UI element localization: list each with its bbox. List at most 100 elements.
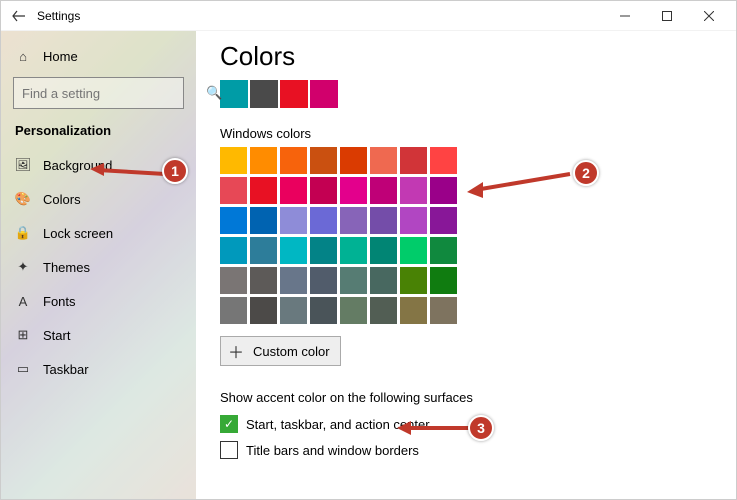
color-swatch[interactable] — [370, 237, 397, 264]
color-swatch[interactable] — [310, 147, 337, 174]
accent-swatch — [280, 80, 308, 108]
sidebar-item-label: Fonts — [43, 294, 76, 309]
home-button[interactable]: ⌂ Home — [1, 39, 196, 73]
sidebar-item-taskbar[interactable]: ▭ Taskbar — [1, 352, 196, 386]
color-swatch[interactable] — [370, 147, 397, 174]
color-swatch[interactable] — [310, 267, 337, 294]
color-swatch[interactable] — [250, 207, 277, 234]
sidebar-item-lock-screen[interactable]: 🔒 Lock screen — [1, 216, 196, 250]
color-swatch[interactable] — [220, 297, 247, 324]
window-title: Settings — [37, 9, 80, 23]
windows-colors-label: Windows colors — [220, 126, 712, 141]
checkbox-label: Title bars and window borders — [246, 443, 419, 458]
surfaces-heading: Show accent color on the following surfa… — [220, 390, 712, 405]
color-swatch[interactable] — [430, 207, 457, 234]
annotation-badge-2: 2 — [573, 160, 599, 186]
color-swatch[interactable] — [370, 297, 397, 324]
color-swatch[interactable] — [430, 147, 457, 174]
search-icon: 🔍 — [206, 85, 222, 101]
annotation-badge-3: 3 — [468, 415, 494, 441]
color-swatch[interactable] — [310, 237, 337, 264]
annotation-badge-1: 1 — [162, 158, 188, 184]
annotation-arrow-3 — [395, 418, 475, 438]
color-swatch[interactable] — [340, 177, 367, 204]
color-swatch[interactable] — [220, 147, 247, 174]
titlebar: Settings — [1, 1, 736, 31]
taskbar-icon: ▭ — [15, 361, 31, 377]
color-swatch[interactable] — [280, 297, 307, 324]
sidebar: ⌂ Home 🔍 Personalization 🖼 Background 🎨 … — [1, 31, 196, 499]
color-swatch[interactable] — [220, 177, 247, 204]
sidebar-item-label: Taskbar — [43, 362, 89, 377]
color-swatch[interactable] — [400, 207, 427, 234]
checkbox-title-bars[interactable]: Title bars and window borders — [220, 441, 712, 459]
sidebar-item-fonts[interactable]: A Fonts — [1, 284, 196, 318]
plus-icon: ＋ — [221, 336, 251, 366]
color-swatch[interactable] — [220, 207, 247, 234]
color-swatch[interactable] — [310, 177, 337, 204]
color-swatch[interactable] — [400, 267, 427, 294]
color-swatch[interactable] — [400, 147, 427, 174]
sidebar-item-label: Colors — [43, 192, 81, 207]
color-swatch[interactable] — [400, 297, 427, 324]
color-swatch[interactable] — [430, 177, 457, 204]
sidebar-item-themes[interactable]: ✦ Themes — [1, 250, 196, 284]
theme-icon: ✦ — [15, 259, 31, 275]
custom-color-button[interactable]: ＋ Custom color — [220, 336, 341, 366]
color-swatch[interactable] — [310, 207, 337, 234]
sidebar-item-label: Start — [43, 328, 70, 343]
start-icon: ⊞ — [15, 327, 31, 343]
sidebar-item-label: Lock screen — [43, 226, 113, 241]
checkbox-icon — [220, 441, 238, 459]
search-box[interactable]: 🔍 — [13, 77, 184, 109]
color-swatch[interactable] — [280, 147, 307, 174]
color-swatch[interactable] — [400, 177, 427, 204]
close-button[interactable] — [688, 1, 730, 31]
minimize-button[interactable] — [604, 1, 646, 31]
category-heading: Personalization — [1, 117, 196, 148]
color-swatch[interactable] — [280, 177, 307, 204]
color-swatch[interactable] — [280, 207, 307, 234]
color-swatch[interactable] — [250, 267, 277, 294]
color-swatch[interactable] — [250, 147, 277, 174]
sidebar-item-start[interactable]: ⊞ Start — [1, 318, 196, 352]
color-swatch[interactable] — [340, 237, 367, 264]
color-swatch[interactable] — [370, 207, 397, 234]
checkbox-icon: ✓ — [220, 415, 238, 433]
color-swatch[interactable] — [280, 267, 307, 294]
color-swatch[interactable] — [340, 207, 367, 234]
color-swatch[interactable] — [400, 237, 427, 264]
color-swatch[interactable] — [250, 297, 277, 324]
color-swatch[interactable] — [340, 297, 367, 324]
accent-swatch — [310, 80, 338, 108]
color-swatch[interactable] — [250, 237, 277, 264]
color-swatch[interactable] — [340, 147, 367, 174]
annotation-arrow-1 — [90, 162, 170, 182]
sidebar-item-colors[interactable]: 🎨 Colors — [1, 182, 196, 216]
color-swatch[interactable] — [370, 177, 397, 204]
accent-swatch — [220, 80, 248, 108]
color-swatch[interactable] — [370, 267, 397, 294]
color-swatch[interactable] — [250, 177, 277, 204]
sidebar-item-label: Themes — [43, 260, 90, 275]
color-swatch[interactable] — [220, 267, 247, 294]
search-input[interactable] — [14, 86, 206, 101]
color-swatch[interactable] — [430, 267, 457, 294]
back-button[interactable] — [7, 4, 31, 28]
palette-icon: 🎨 — [15, 191, 31, 207]
home-icon: ⌂ — [15, 48, 31, 64]
color-swatch[interactable] — [220, 237, 247, 264]
color-swatch[interactable] — [430, 297, 457, 324]
color-swatch[interactable] — [280, 237, 307, 264]
accent-swatch — [250, 80, 278, 108]
annotation-arrow-2 — [465, 168, 575, 198]
maximize-button[interactable] — [646, 1, 688, 31]
font-icon: A — [15, 293, 31, 309]
accent-preview — [220, 80, 712, 108]
lock-icon: 🔒 — [15, 225, 31, 241]
color-swatch[interactable] — [340, 267, 367, 294]
color-swatch[interactable] — [430, 237, 457, 264]
page-title: Colors — [220, 41, 712, 72]
home-label: Home — [43, 49, 78, 64]
color-swatch[interactable] — [310, 297, 337, 324]
